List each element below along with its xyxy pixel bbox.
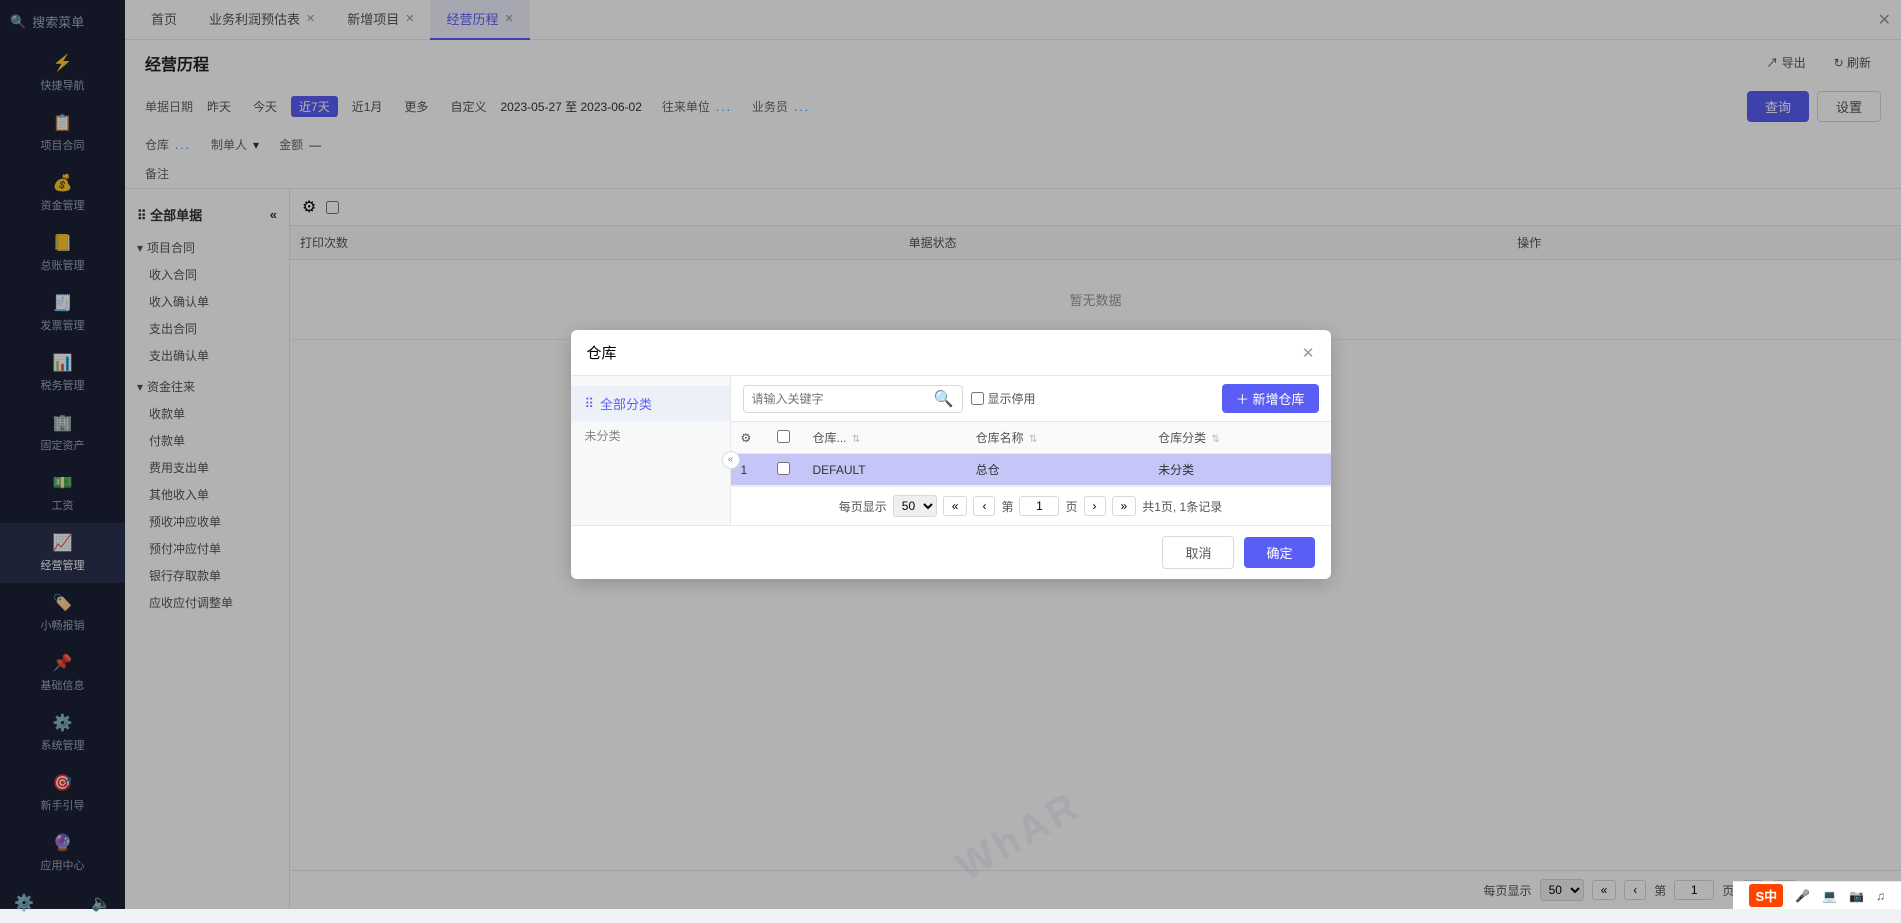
modal-per-page-select[interactable]: 50 [893,495,937,517]
sort-code-icon: ⇅ [852,434,860,445]
modal-footer: 取消 确定 [571,525,1331,579]
modal-title: 仓库 [587,342,617,363]
modal-overlay[interactable]: 仓库 ✕ ⠿ 全部分类 未分类 « 🔍 [0,0,1901,909]
logo-badge: S中 [1749,884,1783,907]
modal-cancel-button[interactable]: 取消 [1162,536,1234,569]
modal-warehouse: 仓库 ✕ ⠿ 全部分类 未分类 « 🔍 [571,330,1331,579]
computer-icon[interactable]: 💻 [1822,889,1837,903]
statusbar: S中 🎤 💻 📷 ♫ [1733,881,1901,909]
modal-left-all-label: 全部分类 [600,394,652,413]
camera-icon[interactable]: 📷 [1849,889,1864,903]
modal-left-all-categories[interactable]: ⠿ 全部分类 [571,386,730,421]
modal-first-btn[interactable]: « [943,496,968,516]
modal-pagination: 每页显示 50 « ‹ 第 页 › » 共1页, 1条记录 [731,486,1331,525]
modal-last-btn[interactable]: » [1112,496,1137,516]
modal-left-scroll: 未分类 [571,421,730,450]
modal-body: ⠿ 全部分类 未分类 « 🔍 显示停用 [571,376,1331,525]
modal-search-wrap: 🔍 [743,385,963,413]
modal-col-checkbox [767,422,803,454]
modal-page-label: 第 [1001,498,1013,515]
modal-right-panel: 🔍 显示停用 ＋ 新增仓库 ⚙ [731,376,1331,525]
sort-name-icon: ⇅ [1029,434,1037,445]
row-code: DEFAULT [803,454,966,486]
mic-icon[interactable]: 🎤 [1795,889,1810,903]
modal-col-category: 仓库分类 ⇅ [1148,422,1330,454]
grid-icon-modal: ⠿ [585,396,595,412]
modal-left-collapse-btn[interactable]: « [722,451,740,469]
music-icon[interactable]: ♫ [1876,889,1885,903]
row-checkbox [767,454,803,486]
add-warehouse-button[interactable]: ＋ 新增仓库 [1222,384,1319,413]
modal-col-code: 仓库... ⇅ [803,422,966,454]
modal-per-page-label: 每页显示 [839,498,887,515]
modal-confirm-button[interactable]: 确定 [1244,537,1314,568]
modal-col-name: 仓库名称 ⇅ [966,422,1148,454]
modal-prev-btn[interactable]: ‹ [973,496,995,516]
modal-current-page-input[interactable] [1019,496,1059,516]
modal-total-text: 共1页, 1条记录 [1142,498,1222,515]
modal-next-btn[interactable]: › [1084,496,1106,516]
modal-search-icon[interactable]: 🔍 [934,389,954,409]
show-disabled-text: 显示停用 [988,390,1036,407]
modal-left-panel: ⠿ 全部分类 未分类 « [571,376,731,525]
modal-table-row[interactable]: 1 DEFAULT 总仓 未分类 [731,454,1331,486]
modal-close-icon[interactable]: ✕ [1302,344,1315,362]
row-category: 未分类 [1148,454,1330,486]
modal-search-input[interactable] [752,392,934,406]
modal-warehouse-table: ⚙ 仓库... ⇅ 仓库名称 ⇅ [731,422,1331,486]
modal-page-suffix: 页 [1065,498,1077,515]
modal-col-gear: ⚙ [731,422,767,454]
modal-header: 仓库 ✕ [571,330,1331,376]
modal-toolbar: 🔍 显示停用 ＋ 新增仓库 [731,376,1331,422]
sort-category-icon: ⇅ [1211,434,1219,445]
modal-uncategorized[interactable]: 未分类 [585,429,621,443]
show-disabled-checkbox[interactable] [971,392,984,405]
modal-table-container: ⚙ 仓库... ⇅ 仓库名称 ⇅ [731,422,1331,486]
row-name: 总仓 [966,454,1148,486]
show-disabled-label: 显示停用 [971,390,1036,407]
row-select-checkbox[interactable] [777,462,790,475]
modal-select-all[interactable] [777,430,790,443]
